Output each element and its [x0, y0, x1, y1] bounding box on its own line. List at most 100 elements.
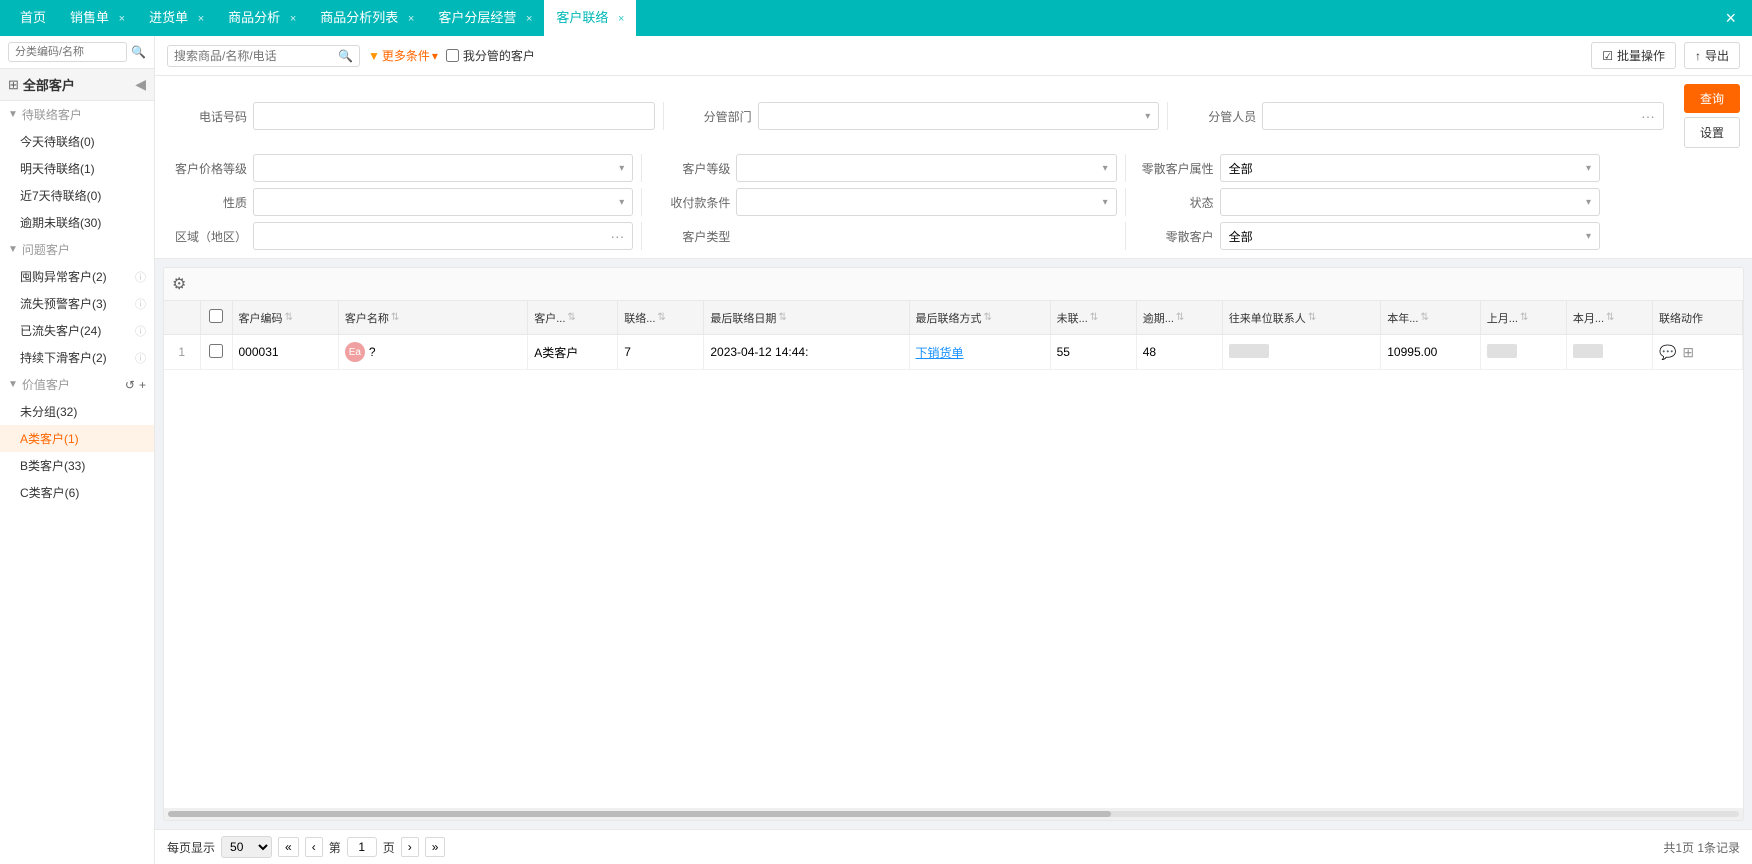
retail-customer-select[interactable]: 全部 ▾: [1220, 222, 1600, 250]
unit-contact-sort-icon[interactable]: ⇅: [1308, 312, 1316, 323]
page-label: 第: [329, 839, 341, 856]
close-purchase-tab[interactable]: ×: [198, 13, 204, 25]
field-retail-customer: 零散客户 全部 ▾: [1134, 222, 1600, 250]
contact-sort-icon[interactable]: ⇅: [657, 312, 665, 323]
nav-tab-customer-contact[interactable]: 客户联络 ×: [544, 0, 636, 36]
region-select[interactable]: ···: [253, 222, 633, 250]
add-group-icon[interactable]: +: [139, 378, 146, 392]
payment-select[interactable]: ▾: [736, 188, 1116, 216]
close-customer-contact-tab[interactable]: ×: [618, 13, 624, 25]
horizontal-scrollbar[interactable]: [164, 808, 1743, 820]
sidebar-item-c-class[interactable]: C类客户(6): [0, 479, 154, 506]
first-page-button[interactable]: «: [278, 837, 299, 857]
col-checkbox: [200, 301, 232, 335]
row-chat-icon[interactable]: 💬: [1659, 344, 1676, 361]
nav-tab-analysis[interactable]: 商品分析 ×: [216, 0, 308, 36]
payment-arrow-icon: ▾: [1103, 197, 1108, 208]
retail-attr-select[interactable]: 全部 ▾: [1220, 154, 1600, 182]
batch-icon: ☑: [1602, 49, 1613, 63]
nature-select[interactable]: ▾: [253, 188, 633, 216]
customer-type-input[interactable]: [736, 222, 1116, 250]
overdue-sort-icon[interactable]: ⇅: [1176, 312, 1184, 323]
my-customers-checkbox-input[interactable]: [446, 49, 459, 62]
sidebar-item-overdue-pending[interactable]: 逾期未联络(30): [0, 209, 154, 236]
page-size-select[interactable]: 50 100: [221, 836, 272, 858]
sidebar-item-a-class[interactable]: A类客户(1): [0, 425, 154, 452]
sidebar-search-icon[interactable]: 🔍: [131, 45, 146, 59]
row-overdue: 48: [1136, 335, 1222, 370]
pagination: 每页显示 50 100 « ‹ 第 页 › »: [167, 836, 445, 858]
batch-operations-button[interactable]: ☑ 批量操作: [1591, 42, 1676, 69]
sidebar-collapse-icon[interactable]: ◀: [135, 76, 146, 93]
filter-search-icon[interactable]: 🔍: [338, 49, 353, 63]
sidebar-item-7day-pending[interactable]: 近7天待联络(0): [0, 182, 154, 209]
sidebar-section-problem[interactable]: ▼ 问题客户: [0, 236, 154, 263]
field-price-level-label: 客户价格等级: [167, 160, 247, 177]
table-body: 1 000031 Ea ? A类客户: [164, 335, 1743, 370]
this-month-sort-icon[interactable]: ⇅: [1606, 312, 1614, 323]
sidebar-item-lost[interactable]: 已流失客户(24) ⓘ: [0, 317, 154, 344]
close-sales-tab[interactable]: ×: [119, 13, 125, 25]
last-month-sort-icon[interactable]: ⇅: [1520, 312, 1528, 323]
category-sort-icon[interactable]: ⇅: [567, 312, 575, 323]
sidebar-search-input[interactable]: [8, 42, 127, 62]
nav-tab-sales[interactable]: 销售单 ×: [58, 0, 137, 36]
more-conditions-button[interactable]: ▼ 更多条件 ▾: [368, 47, 438, 64]
prev-page-button[interactable]: ‹: [305, 837, 323, 857]
sidebar-section-pending[interactable]: ▼ 待联络客户: [0, 101, 154, 128]
close-analysis-tab[interactable]: ×: [290, 13, 296, 25]
this-year-sort-icon[interactable]: ⇅: [1420, 312, 1428, 323]
manager-select[interactable]: ···: [1262, 102, 1664, 130]
sidebar-item-b-class[interactable]: B类客户(33): [0, 452, 154, 479]
close-analysis-list-tab[interactable]: ×: [408, 13, 414, 25]
last-method-sort-icon[interactable]: ⇅: [984, 312, 992, 323]
uncontacted-sort-icon[interactable]: ⇅: [1090, 312, 1098, 323]
phone-input[interactable]: [253, 102, 655, 130]
export-button[interactable]: ↑ 导出: [1684, 42, 1740, 69]
col-uncontacted: 未联...⇅: [1050, 301, 1136, 335]
col-overdue: 逾期...⇅: [1136, 301, 1222, 335]
window-close-icon[interactable]: ×: [1717, 8, 1744, 29]
nav-tab-analysis-list[interactable]: 商品分析列表 ×: [308, 0, 426, 36]
status-select[interactable]: ▾: [1220, 188, 1600, 216]
row-checkbox[interactable]: [209, 344, 223, 358]
field-dept-label: 分管部门: [672, 108, 752, 125]
filter-bar: 🔍 ▼ 更多条件 ▾ 我分管的客户 ☑ 批量操作 ↑ 导出: [155, 36, 1752, 76]
nav-home[interactable]: 首页: [8, 0, 58, 36]
next-page-button[interactable]: ›: [401, 837, 419, 857]
customer-level-select[interactable]: ▾: [736, 154, 1116, 182]
my-customers-checkbox[interactable]: 我分管的客户: [446, 47, 535, 64]
code-sort-icon[interactable]: ⇅: [285, 312, 293, 323]
settings-button[interactable]: 设置: [1684, 117, 1740, 148]
sidebar-item-loss-warning[interactable]: 流失预警客户(3) ⓘ: [0, 290, 154, 317]
name-sort-icon[interactable]: ⇅: [391, 312, 399, 323]
row-last-method[interactable]: 下销货单: [909, 335, 1050, 370]
query-button[interactable]: 查询: [1684, 84, 1740, 113]
col-last-month: 上月...⇅: [1480, 301, 1566, 335]
scrollbar-thumb[interactable]: [168, 811, 1111, 817]
divider-7: [641, 222, 642, 250]
sidebar-item-declining[interactable]: 持续下滑客户(2) ⓘ: [0, 344, 154, 371]
last-page-button[interactable]: »: [425, 837, 446, 857]
sidebar-item-today-pending[interactable]: 今天待联络(0): [0, 128, 154, 155]
sidebar-item-hoard-abnormal[interactable]: 囤购异常客户(2) ⓘ: [0, 263, 154, 290]
last-date-sort-icon[interactable]: ⇅: [778, 312, 786, 323]
sidebar-item-ungrouped[interactable]: 未分组(32): [0, 398, 154, 425]
sidebar-all-customers[interactable]: ⊞ 全部客户 ◀: [0, 69, 154, 101]
row-unit-contact: [1222, 335, 1380, 370]
sidebar-section-value[interactable]: ▼ 价值客户 ↺ +: [0, 371, 154, 398]
row-grid-icon[interactable]: ⊞: [1682, 344, 1694, 361]
nav-tab-customer-tier[interactable]: 客户分层经营 ×: [426, 0, 544, 36]
refresh-icon[interactable]: ↺: [125, 378, 135, 392]
nav-tab-purchase[interactable]: 进货单 ×: [137, 0, 216, 36]
table-gear-icon[interactable]: ⚙: [172, 274, 186, 294]
table-area: ⚙ 客户编码⇅ 客户名称⇅: [163, 267, 1744, 821]
filter-search-input[interactable]: [174, 49, 334, 63]
price-level-select[interactable]: ▾: [253, 154, 633, 182]
page-input[interactable]: [347, 837, 377, 857]
filter-search-box: 🔍: [167, 45, 360, 67]
dept-select[interactable]: ▾: [758, 102, 1160, 130]
select-all-checkbox[interactable]: [209, 309, 223, 323]
sidebar-item-tomorrow-pending[interactable]: 明天待联络(1): [0, 155, 154, 182]
close-customer-tier-tab[interactable]: ×: [526, 13, 532, 25]
